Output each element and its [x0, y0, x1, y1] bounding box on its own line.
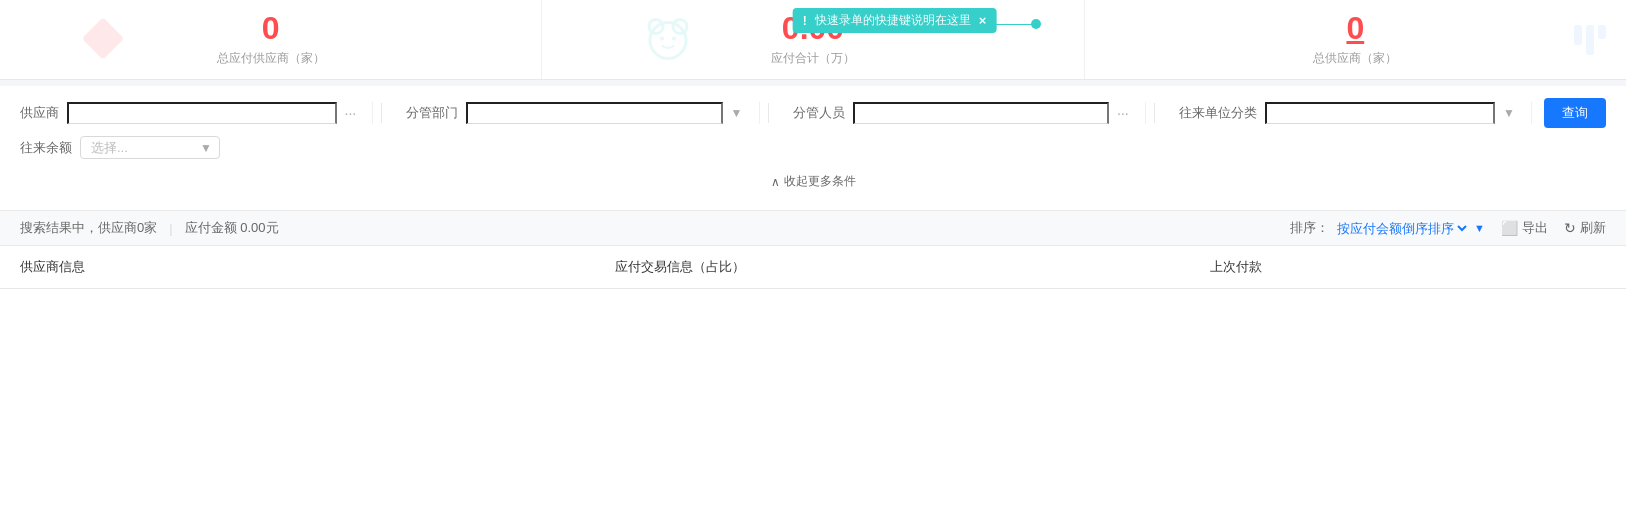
refresh-icon: ↻	[1564, 220, 1576, 236]
sort-chevron: ▼	[1474, 222, 1485, 234]
divider-1	[381, 103, 382, 123]
department-chevron[interactable]: ▼	[731, 106, 743, 120]
tooltip-close[interactable]: ×	[979, 13, 987, 28]
svg-point-1	[650, 22, 686, 58]
sort-label: 排序：	[1290, 219, 1329, 237]
sort-select[interactable]: 按应付会额倒序排序	[1333, 220, 1470, 237]
svg-point-5	[672, 36, 676, 40]
col-header-lastpay: 上次付款	[1210, 258, 1607, 276]
result-info-text: 搜索结果中，供应商0家	[20, 219, 157, 237]
total-suppliers-number: 0	[1346, 12, 1364, 44]
supplier-dots-btn[interactable]: ···	[345, 105, 357, 121]
collapse-btn-wrap: ∧ 收起更多条件	[20, 165, 1606, 202]
unit-class-input[interactable]	[1265, 102, 1495, 124]
table-header: 供应商信息 应付交易信息（占比） 上次付款	[0, 246, 1626, 289]
balance-label: 往来余额	[20, 139, 72, 157]
tooltip-connector-dot	[1031, 19, 1041, 29]
collapse-icon: ∧	[771, 175, 780, 189]
payable-suppliers-number: 0	[262, 12, 280, 44]
tooltip-exclamation: !	[803, 14, 807, 28]
collapse-button[interactable]: ∧ 收起更多条件	[755, 169, 872, 194]
export-icon: ⬜	[1501, 220, 1518, 236]
stat-payable-total: 0.00 应付合计（万） ! 快速录单的快捷键说明在这里 ×	[542, 0, 1084, 79]
svg-rect-0	[82, 17, 124, 59]
col-header-transaction: 应付交易信息（占比）	[615, 258, 1210, 276]
filter-supplier: 供应商 ···	[20, 102, 373, 124]
svg-point-4	[660, 36, 664, 40]
tooltip-banner: ! 快速录单的快捷键说明在这里 ×	[793, 8, 997, 33]
payable-total-label: 应付合计（万）	[771, 50, 855, 67]
result-bar: 搜索结果中，供应商0家 | 应付金额 0.00元 排序： 按应付会额倒序排序 ▼…	[0, 211, 1626, 246]
department-label: 分管部门	[406, 104, 458, 122]
person-input[interactable]	[853, 102, 1110, 124]
unit-class-chevron[interactable]: ▼	[1503, 106, 1515, 120]
refresh-btn[interactable]: ↻ 刷新	[1564, 219, 1606, 237]
sort-wrap: 排序： 按应付会额倒序排序 ▼	[1290, 219, 1485, 237]
bar-decoration	[1574, 25, 1606, 55]
table-body	[0, 289, 1626, 515]
collapse-label: 收起更多条件	[784, 173, 856, 190]
total-suppliers-label: 总供应商（家）	[1313, 50, 1397, 67]
refresh-label: 刷新	[1580, 219, 1606, 237]
payable-suppliers-label: 总应付供应商（家）	[217, 50, 325, 67]
unit-class-label: 往来单位分类	[1179, 104, 1257, 122]
divider-2	[768, 103, 769, 123]
result-divider: |	[169, 221, 172, 236]
person-dots-btn[interactable]: ···	[1117, 105, 1129, 121]
balance-select[interactable]: 选择...	[80, 136, 220, 159]
diamond-decoration	[80, 15, 126, 64]
query-button[interactable]: 查询	[1544, 98, 1606, 128]
filter-row-1: 供应商 ··· 分管部门 ▼ 分管人员 ··· 往来单位分类 ▼ 查询	[20, 98, 1606, 128]
person-label: 分管人员	[793, 104, 845, 122]
balance-select-wrap: 选择... ▼	[80, 136, 220, 159]
filter-department: 分管部门 ▼	[390, 102, 759, 124]
filter-area: 供应商 ··· 分管部门 ▼ 分管人员 ··· 往来单位分类 ▼ 查询	[0, 86, 1626, 211]
tooltip-text: 快速录单的快捷键说明在这里	[815, 12, 971, 29]
export-btn[interactable]: ⬜ 导出	[1501, 219, 1548, 237]
result-amount-text: 应付金额 0.00元	[185, 219, 279, 237]
stat-total-suppliers: 0 总供应商（家）	[1085, 0, 1626, 79]
result-info-group: 搜索结果中，供应商0家 | 应付金额 0.00元	[20, 219, 279, 237]
col-header-supplier: 供应商信息	[20, 258, 615, 276]
filter-row-2: 往来余额 选择... ▼	[20, 136, 1606, 159]
stat-payable-suppliers: 0 总应付供应商（家）	[0, 0, 542, 79]
supplier-input[interactable]	[67, 102, 337, 124]
filter-person: 分管人员 ···	[777, 102, 1146, 124]
supplier-label: 供应商	[20, 104, 59, 122]
department-input[interactable]	[466, 102, 722, 124]
result-actions-group: 排序： 按应付会额倒序排序 ▼ ⬜ 导出 ↻ 刷新	[1290, 219, 1606, 237]
bear-decoration	[642, 12, 694, 67]
divider-3	[1154, 103, 1155, 123]
stats-bar: 0 总应付供应商（家） 0.00 应付合计（万） ! 快速录单的快捷键说明在这里…	[0, 0, 1626, 80]
export-label: 导出	[1522, 219, 1548, 237]
filter-balance: 往来余额 选择... ▼	[20, 136, 236, 159]
filter-unit-class: 往来单位分类 ▼	[1163, 102, 1532, 124]
